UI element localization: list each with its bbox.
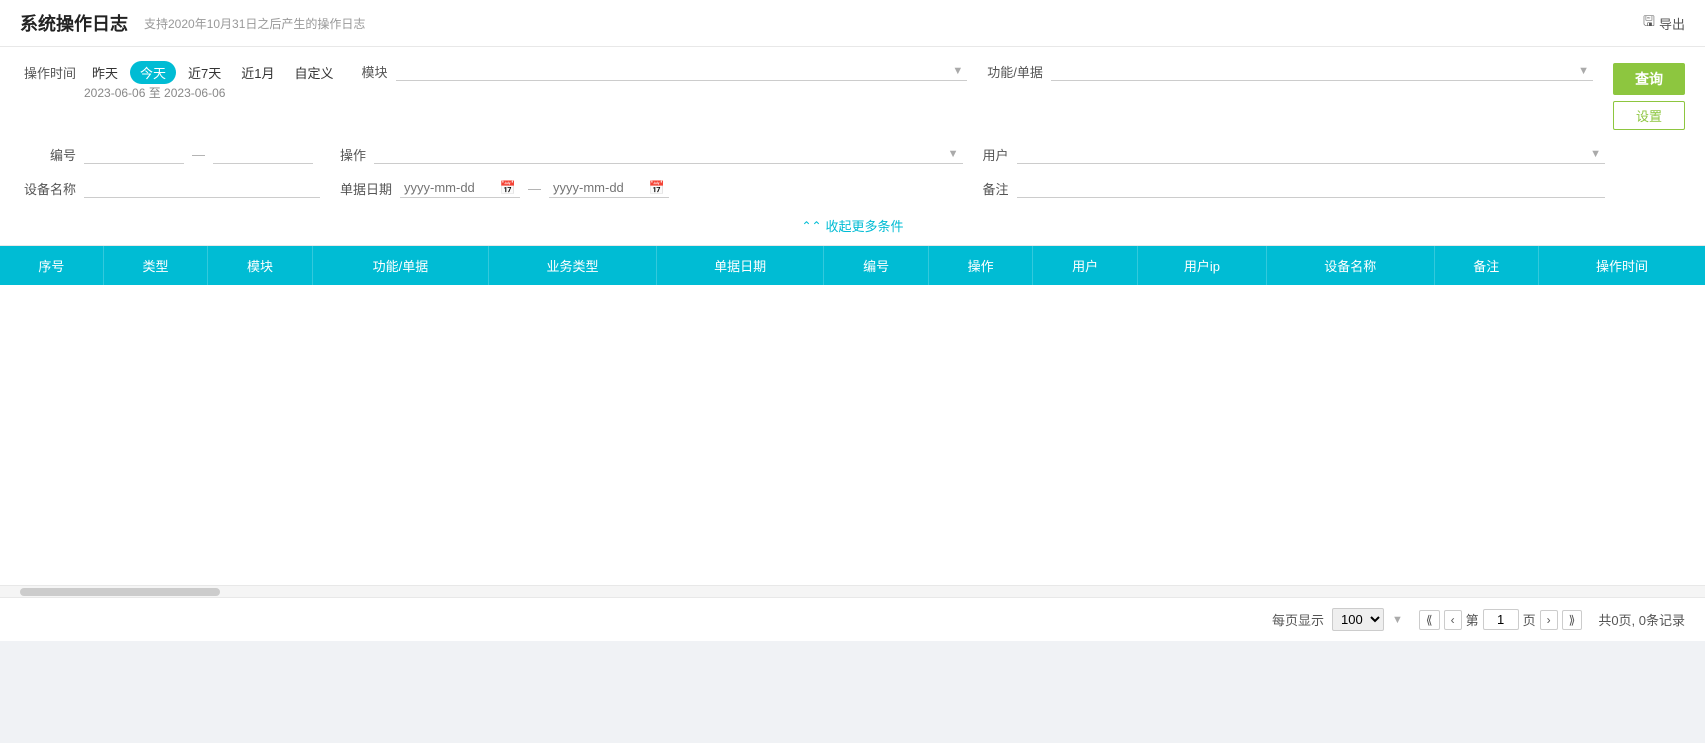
col-voucher-date: 单据日期: [656, 246, 824, 285]
calendar-end-icon[interactable]: 📅: [649, 180, 665, 196]
remark-input[interactable]: [1017, 178, 1605, 198]
collapse-bar[interactable]: ⌃⌃ 收起更多条件: [20, 212, 1685, 245]
chevron-down-icon: ▼: [1392, 614, 1403, 626]
col-code: 编号: [824, 246, 928, 285]
col-op-time: 操作时间: [1539, 246, 1705, 285]
total-label: 共0页, 0条记录: [1598, 610, 1685, 629]
filter-area: 操作时间 昨天 今天 近7天 近1月 自定义 2023-06-06 至 2023…: [0, 47, 1705, 246]
month-btn[interactable]: 近1月: [233, 61, 282, 84]
user-label: 用户: [983, 145, 1009, 164]
col-seq: 序号: [0, 246, 103, 285]
export-label: 导出: [1659, 14, 1685, 33]
code-input-end[interactable]: [213, 144, 313, 164]
pagination-footer: 每页显示 10 20 50 100 200 ▼ ⟪ ‹ 第 页 › ⟫ 共0页,…: [0, 597, 1705, 641]
col-function: 功能/单据: [312, 246, 488, 285]
yesterday-btn[interactable]: 昨天: [84, 61, 126, 84]
col-operation: 操作: [928, 246, 1032, 285]
page-size-label: 每页显示: [1272, 610, 1324, 629]
code-label: 编号: [20, 145, 76, 164]
page-subtitle: 支持2020年10月31日之后产生的操作日志: [144, 15, 365, 32]
prev-page-btn[interactable]: ‹: [1444, 610, 1462, 630]
next-page-btn[interactable]: ›: [1540, 610, 1558, 630]
code-input-start[interactable]: [84, 144, 184, 164]
page-nav: ⟪ ‹ 第 页 › ⟫: [1419, 609, 1582, 630]
week-btn[interactable]: 近7天: [180, 61, 229, 84]
date-range-display: 2023-06-06 至 2023-06-06: [84, 86, 225, 100]
table-header-row: 序号 类型 模块 功能/单据 业务类型 单据日期 编号 操作 用户 用户ip 设…: [0, 246, 1705, 285]
col-device: 设备名称: [1266, 246, 1434, 285]
device-input[interactable]: [84, 178, 320, 198]
col-user: 用户: [1033, 246, 1137, 285]
module-select[interactable]: [396, 61, 968, 81]
col-type: 类型: [103, 246, 207, 285]
data-table: 序号 类型 模块 功能/单据 业务类型 单据日期 编号 操作 用户 用户ip 设…: [0, 246, 1705, 285]
today-btn[interactable]: 今天: [130, 61, 176, 84]
col-module: 模块: [208, 246, 312, 285]
voucher-date-label: 单据日期: [340, 179, 392, 198]
collapse-label: 收起更多条件: [826, 216, 904, 235]
empty-area: [0, 285, 1705, 585]
page-unit-label: 页: [1523, 610, 1536, 629]
module-label: 模块: [362, 62, 388, 81]
action-buttons: 查询 设置: [1613, 61, 1685, 130]
page-size-select[interactable]: 10 20 50 100 200: [1332, 608, 1384, 631]
operation-label: 操作: [340, 145, 366, 164]
scrollbar-thumb[interactable]: [20, 588, 220, 596]
page-title: 系统操作日志: [20, 10, 128, 36]
table-wrapper: 序号 类型 模块 功能/单据 业务类型 单据日期 编号 操作 用户 用户ip 设…: [0, 246, 1705, 585]
function-select[interactable]: [1051, 61, 1593, 81]
device-label: 设备名称: [20, 179, 76, 198]
page-prefix-label: 第: [1466, 610, 1479, 629]
export-icon: 🖫: [1643, 11, 1655, 35]
function-label: 功能/单据: [987, 62, 1043, 81]
settings-button[interactable]: 设置: [1613, 101, 1685, 130]
calendar-start-icon[interactable]: 📅: [500, 180, 516, 196]
scrollbar-area[interactable]: [0, 585, 1705, 597]
code-dash: —: [192, 147, 205, 162]
time-buttons: 昨天 今天 近7天 近1月 自定义: [84, 61, 342, 84]
collapse-icon: ⌃⌃: [801, 219, 821, 233]
col-biz-type: 业务类型: [489, 246, 657, 285]
page-number-input[interactable]: [1483, 609, 1519, 630]
page-header: 系统操作日志 支持2020年10月31日之后产生的操作日志 🖫 导出: [0, 0, 1705, 47]
remark-label: 备注: [983, 179, 1009, 198]
custom-btn[interactable]: 自定义: [287, 61, 342, 84]
export-button[interactable]: 🖫 导出: [1643, 11, 1685, 35]
col-remark: 备注: [1434, 246, 1538, 285]
user-select[interactable]: [1017, 144, 1605, 164]
query-button[interactable]: 查询: [1613, 63, 1685, 95]
operation-select[interactable]: [374, 144, 962, 164]
col-user-ip: 用户ip: [1137, 246, 1266, 285]
voucher-date-dash: —: [528, 181, 541, 196]
time-label: 操作时间: [20, 63, 76, 82]
first-page-btn[interactable]: ⟪: [1419, 610, 1440, 630]
last-page-btn[interactable]: ⟫: [1562, 610, 1583, 630]
